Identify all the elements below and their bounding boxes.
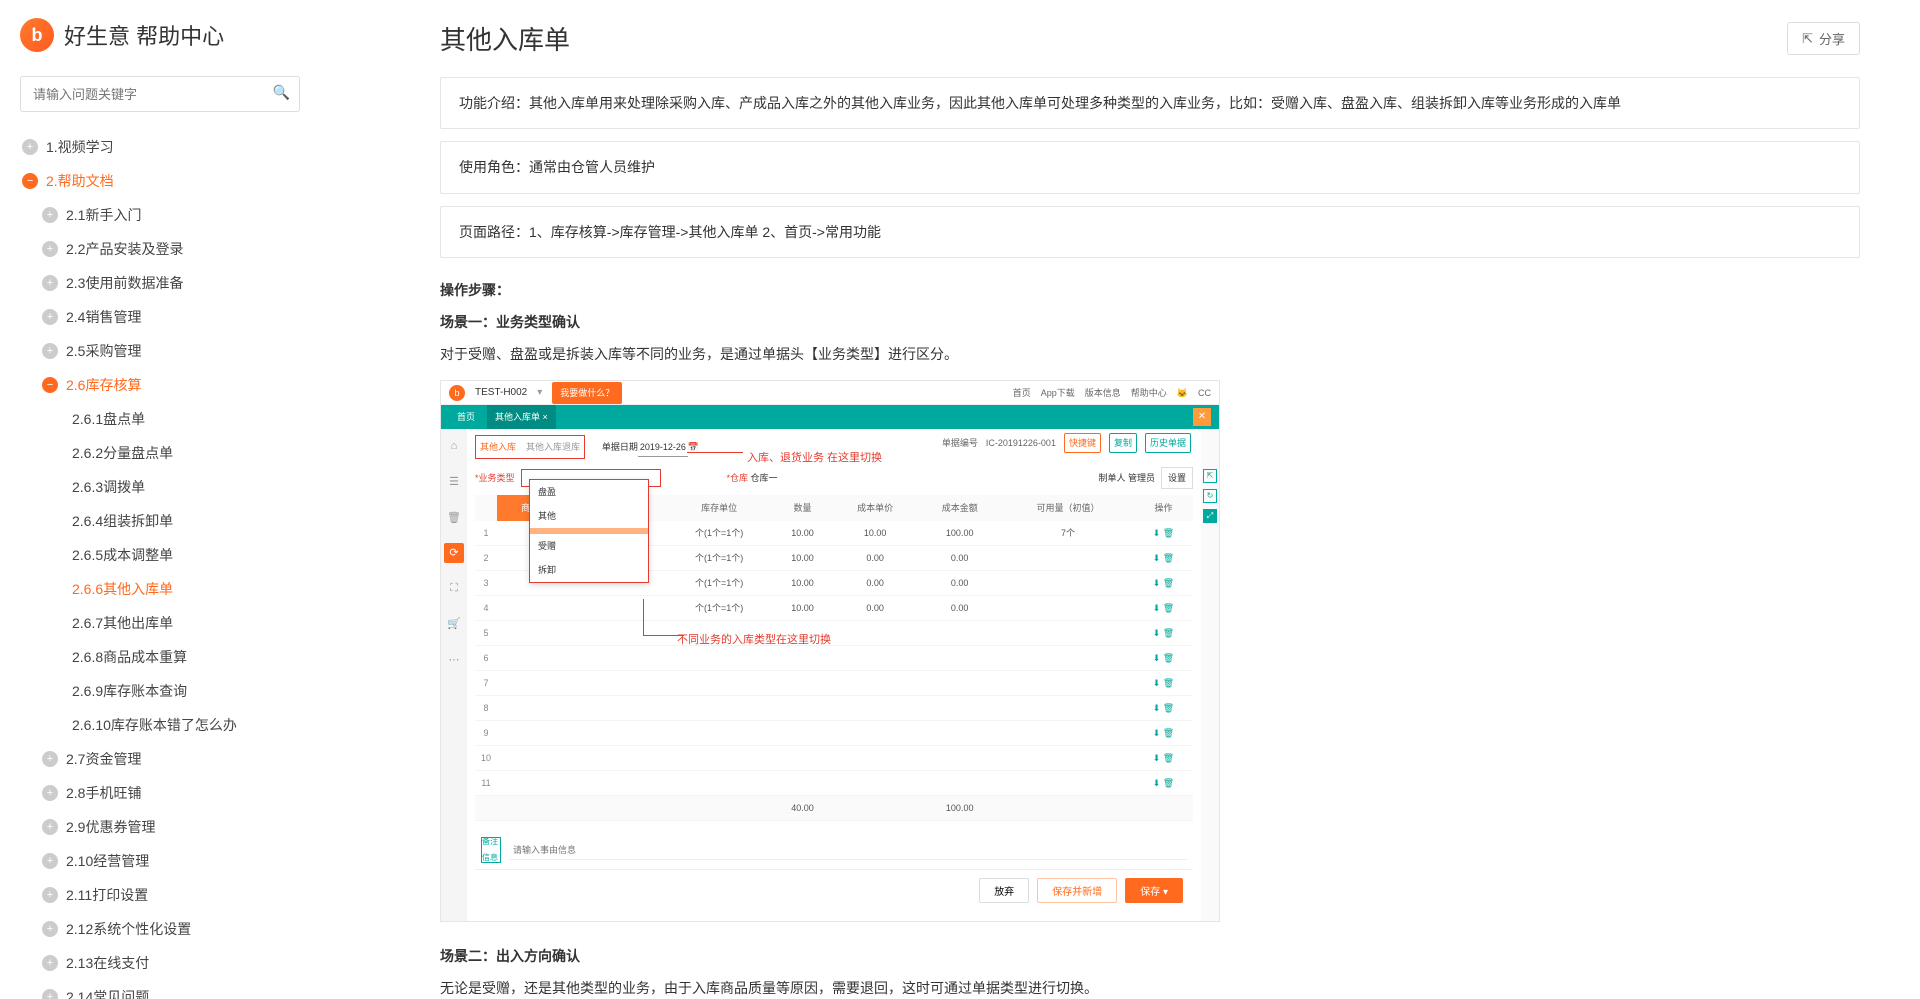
shot-tool-icon[interactable]: ↻ [1203, 489, 1217, 503]
shot-doc-no: IC-20191226-001 [986, 434, 1056, 452]
shot-rail-icon[interactable]: 🗑 [447, 507, 461, 529]
shot-action-button[interactable]: 我要做什么？ [552, 382, 622, 404]
shot-rail-icon[interactable]: ⛶ [450, 577, 458, 599]
shot-rail-icon[interactable]: ☰ [449, 471, 459, 493]
share-icon: ⇱ [1802, 31, 1813, 47]
shot-link-home[interactable]: 首页 [1013, 384, 1031, 402]
nav-2-6-7[interactable]: 2.6.7其他出库单 [20, 606, 300, 640]
content: 操作步骤： 场景一：业务类型确认 对于受赠、盘盈或是拆装入库等不同的业务，是通过… [440, 276, 1860, 999]
logo: b 好生意 帮助中心 [20, 18, 300, 52]
shot-save-button[interactable]: 保存 ▾ [1125, 878, 1183, 903]
nav-2-6-1[interactable]: 2.6.1盘点单 [20, 402, 300, 436]
shot-rail-icon[interactable]: ⟳ [444, 543, 464, 563]
shot-rail-icon[interactable]: ⋯ [449, 649, 460, 671]
main: 其他入库单 ⇱ 分享 功能介绍：其他入库单用来处理除采购入库、产成品入库之外的其… [320, 0, 1920, 999]
shot-tool-icon[interactable]: ⤢ [1203, 509, 1217, 523]
nav-2-14[interactable]: +2.14常见问题 [20, 980, 300, 999]
nav-2-7[interactable]: +2.7资金管理 [20, 742, 300, 776]
nav-2-6-10[interactable]: 2.6.10库存账本错了怎么办 [20, 708, 300, 742]
shot-chip-history[interactable]: 历史单据 [1145, 433, 1191, 453]
nav-2-1[interactable]: +2.1新手入门 [20, 198, 300, 232]
scene2-title: 场景二：出入方向确认 [440, 942, 1860, 970]
shot-left-rail: ⌂ ☰ 🗑 ⟳ ⛶ 🛒 ⋯ [441, 429, 467, 921]
nav-2-6-3[interactable]: 2.6.3调拨单 [20, 470, 300, 504]
nav-2-6-5[interactable]: 2.6.5成本调整单 [20, 538, 300, 572]
nav-2-13[interactable]: +2.13在线支付 [20, 946, 300, 980]
nav: +1.视频学习 −2.帮助文档 +2.1新手入门 +2.2产品安装及登录 +2.… [20, 130, 300, 999]
shot-date-input[interactable]: 2019-12-26 [638, 438, 688, 457]
search-icon[interactable]: 🔍 [273, 84, 290, 101]
shot-dropdown[interactable]: 盘盈 其他 受赠 拆卸 [529, 479, 649, 583]
share-button[interactable]: ⇱ 分享 [1787, 22, 1860, 55]
shot-link-help[interactable]: 帮助中心 [1131, 384, 1167, 402]
shot-note-input[interactable] [509, 841, 1187, 860]
shot-close-icon[interactable]: ✕ [1193, 408, 1211, 426]
page-title: 其他入库单 [440, 20, 570, 57]
shot-avatar-icon[interactable]: 🐱 [1177, 384, 1188, 402]
shot-right-rail: ⇱ ↻ ⤢ [1201, 429, 1219, 921]
shot-link-app[interactable]: App下载 [1041, 384, 1075, 402]
shot-annotation-1: 入库、退货业务 在这里切换 [747, 447, 882, 469]
path-box: 页面路径：1、库存核算->库存管理->其他入库单 2、首页->常用功能 [440, 206, 1860, 258]
logo-text: 好生意 帮助中心 [64, 19, 224, 51]
nav-2-6-2[interactable]: 2.6.2分量盘点单 [20, 436, 300, 470]
steps-label: 操作步骤： [440, 276, 1860, 304]
nav-2-12[interactable]: +2.12系统个性化设置 [20, 912, 300, 946]
shot-setting-button[interactable]: 设置 [1161, 467, 1193, 489]
shot-chip-hotkey[interactable]: 快捷键 [1064, 433, 1101, 453]
nav-2-6-9[interactable]: 2.6.9库存账本查询 [20, 674, 300, 708]
shot-rail-icon[interactable]: 🛒 [447, 613, 461, 635]
shot-tabs: 首页 其他入库单 × ✕ [441, 405, 1219, 429]
nav-2-6-8[interactable]: 2.6.8商品成本重算 [20, 640, 300, 674]
scene2-p1: 无论是受赠，还是其他类型的业务，由于入库商品质量等原因，需要退回，这时可通过单据… [440, 974, 1860, 999]
nav-2-11[interactable]: +2.11打印设置 [20, 878, 300, 912]
role-box: 使用角色：通常由仓管人员维护 [440, 141, 1860, 193]
nav-video[interactable]: +1.视频学习 [20, 130, 300, 164]
shot-tab-current[interactable]: 其他入库单 × [487, 405, 556, 429]
nav-docs[interactable]: −2.帮助文档 [20, 164, 300, 198]
nav-2-9[interactable]: +2.9优惠券管理 [20, 810, 300, 844]
shot-logo-icon: b [449, 385, 465, 401]
logo-icon: b [20, 18, 54, 52]
shot-account: TEST-H002 [475, 383, 527, 403]
nav-2-3[interactable]: +2.3使用前数据准备 [20, 266, 300, 300]
nav-2-10[interactable]: +2.10经营管理 [20, 844, 300, 878]
search-box: 🔍 [20, 76, 300, 112]
scene1-title: 场景一：业务类型确认 [440, 308, 1860, 336]
scene1-desc: 对于受赠、盘盈或是拆装入库等不同的业务，是通过单据头【业务类型】进行区分。 [440, 340, 1860, 368]
shot-annotation-2: 不同业务的入库类型在这里切换 [677, 629, 831, 651]
nav-2-6[interactable]: −2.6库存核算 [20, 368, 300, 402]
nav-2-8[interactable]: +2.8手机旺铺 [20, 776, 300, 810]
shot-topbar: b TEST-H002 ▾ 我要做什么？ 首页 App下载 版本信息 帮助中心 … [441, 381, 1219, 405]
shot-savenew-button[interactable]: 保存并新增 [1037, 878, 1117, 903]
shot-tab-home[interactable]: 首页 [449, 405, 483, 429]
nav-2-6-4[interactable]: 2.6.4组装拆卸单 [20, 504, 300, 538]
embedded-screenshot: b TEST-H002 ▾ 我要做什么？ 首页 App下载 版本信息 帮助中心 … [440, 380, 1220, 922]
shot-note-icon: 备注信息 [481, 837, 501, 863]
shot-type-toggle[interactable]: 其他入库 其他入库退库 [475, 435, 585, 459]
shot-rail-icon[interactable]: ⌂ [451, 435, 458, 457]
shot-link-ver[interactable]: 版本信息 [1085, 384, 1121, 402]
nav-2-4[interactable]: +2.4销售管理 [20, 300, 300, 334]
nav-2-5[interactable]: +2.5采购管理 [20, 334, 300, 368]
sidebar: b 好生意 帮助中心 🔍 +1.视频学习 −2.帮助文档 +2.1新手入门 +2… [0, 0, 320, 999]
nav-2-2[interactable]: +2.2产品安装及登录 [20, 232, 300, 266]
search-input[interactable] [20, 76, 300, 112]
intro-box: 功能介绍：其他入库单用来处理除采购入库、产成品入库之外的其他入库业务，因此其他入… [440, 77, 1860, 129]
shot-chip-copy[interactable]: 复制 [1109, 433, 1137, 453]
shot-cancel-button[interactable]: 放弃 [979, 878, 1029, 903]
shot-tool-icon[interactable]: ⇱ [1203, 469, 1217, 483]
nav-2-6-6[interactable]: 2.6.6其他入库单 [20, 572, 300, 606]
shot-user: CC [1198, 384, 1211, 402]
